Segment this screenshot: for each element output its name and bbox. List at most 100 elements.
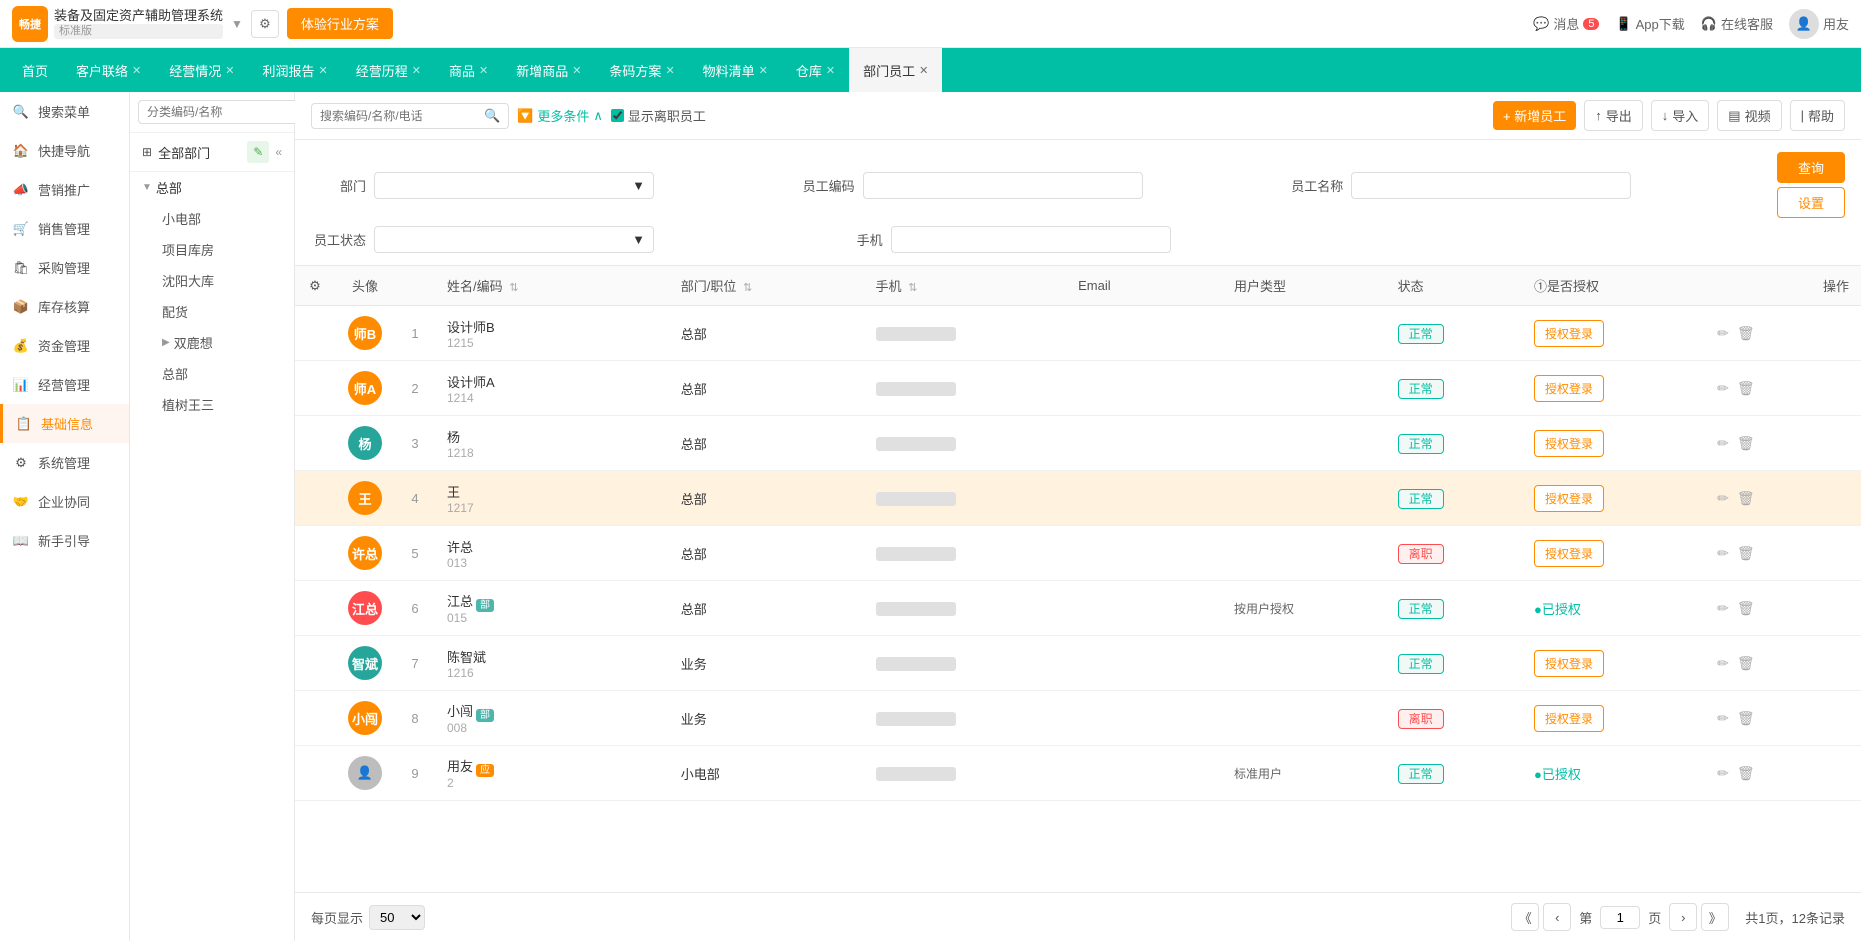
delete-icon[interactable]: 🗑 [1737, 380, 1755, 397]
sidebar-item-inventory[interactable]: 📦 库存核算 [0, 287, 129, 326]
search-submit-btn[interactable]: 查询 [1777, 152, 1845, 183]
auth-login-btn[interactable]: 授权登录 [1534, 705, 1604, 732]
nav-customer[interactable]: 客户联络 ✕ [62, 48, 155, 92]
delete-icon[interactable]: 🗑 [1737, 655, 1755, 672]
tree-edit-icon[interactable]: ✎ [247, 141, 269, 163]
auth-login-btn[interactable]: 授权登录 [1534, 320, 1604, 347]
status-select[interactable]: ▼ [374, 226, 654, 253]
user-action[interactable]: 👤 用友 [1789, 9, 1849, 39]
edit-icon[interactable]: ✏ [1717, 600, 1729, 617]
sidebar-item-marketing[interactable]: 📣 营销推广 [0, 170, 129, 209]
nav-home[interactable]: 首页 [8, 48, 62, 92]
nav-close-icon[interactable]: ✕ [319, 64, 328, 77]
system-dropdown-arrow[interactable]: ▼ [231, 17, 243, 31]
nav-close-icon[interactable]: ✕ [665, 64, 674, 77]
show-resigned-checkbox[interactable] [611, 109, 624, 122]
nav-history[interactable]: 经营历程 ✕ [342, 48, 435, 92]
sidebar-item-guide[interactable]: 📖 新手引导 [0, 521, 129, 560]
edit-icon[interactable]: ✏ [1717, 325, 1729, 342]
help-btn[interactable]: | 帮助 [1790, 100, 1845, 131]
sidebar-item-search[interactable]: 🔍 搜索菜单 [0, 92, 129, 131]
edit-icon[interactable]: ✏ [1717, 490, 1729, 507]
nav-warehouse[interactable]: 仓库 ✕ [782, 48, 849, 92]
page-size-select[interactable]: 50 100 200 [369, 905, 425, 930]
more-filter-btn[interactable]: 🔽 更多条件 ∧ [517, 106, 603, 125]
emp-code-input[interactable] [863, 172, 1143, 199]
settings-icon[interactable]: ⚙ [251, 10, 279, 38]
nav-close-icon[interactable]: ✕ [132, 64, 141, 77]
nav-add-goods[interactable]: 新增商品 ✕ [502, 48, 595, 92]
nav-employee[interactable]: 部门员工 ✕ [849, 48, 942, 92]
tree-node-zhishu[interactable]: 植树王三 [130, 389, 294, 420]
delete-icon[interactable]: 🗑 [1737, 435, 1755, 452]
nav-profit[interactable]: 利润报告 ✕ [248, 48, 341, 92]
nav-close-icon[interactable]: ✕ [225, 64, 234, 77]
edit-icon[interactable]: ✏ [1717, 655, 1729, 672]
delete-icon[interactable]: 🗑 [1737, 765, 1755, 782]
col-name-header[interactable]: 姓名/编码 ⇅ [435, 266, 669, 306]
nav-close-icon[interactable]: ✕ [759, 64, 768, 77]
sidebar-item-sales[interactable]: 🛒 销售管理 [0, 209, 129, 248]
prev-page-btn[interactable]: ‹ [1543, 903, 1571, 931]
search-input[interactable] [320, 109, 480, 123]
sidebar-item-collab[interactable]: 🤝 企业协同 [0, 482, 129, 521]
tree-search-input[interactable] [138, 100, 311, 124]
first-page-btn[interactable]: 《 [1511, 903, 1539, 931]
import-btn[interactable]: ↓ 导入 [1651, 100, 1710, 131]
sidebar-item-purchase[interactable]: 🛍 采购管理 [0, 248, 129, 287]
edit-icon[interactable]: ✏ [1717, 435, 1729, 452]
tree-node-zongbu-child[interactable]: 总部 [130, 358, 294, 389]
col-phone-header[interactable]: 手机 ⇅ [864, 266, 1067, 306]
sidebar-item-nav[interactable]: 🏠 快捷导航 [0, 131, 129, 170]
add-employee-btn[interactable]: + 新增员工 [1493, 101, 1576, 130]
dept-select[interactable]: ▼ [374, 172, 654, 199]
edit-icon[interactable]: ✏ [1717, 765, 1729, 782]
last-page-btn[interactable]: 》 [1701, 903, 1729, 931]
trial-button[interactable]: 体验行业方案 [287, 8, 393, 39]
edit-icon[interactable]: ✏ [1717, 545, 1729, 562]
sidebar-item-basic[interactable]: 📋 基础信息 [0, 404, 129, 443]
delete-icon[interactable]: 🗑 [1737, 600, 1755, 617]
tree-node-shuanglu[interactable]: ▶ 双鹿想 [130, 327, 294, 358]
auth-login-btn[interactable]: 授权登录 [1534, 430, 1604, 457]
sidebar-item-finance[interactable]: 💰 资金管理 [0, 326, 129, 365]
delete-icon[interactable]: 🗑 [1737, 325, 1755, 342]
tree-node-zongbu-parent[interactable]: ▼ 总部 [130, 172, 294, 203]
delete-icon[interactable]: 🗑 [1737, 490, 1755, 507]
auth-login-btn[interactable]: 授权登录 [1534, 375, 1604, 402]
sidebar-item-biz[interactable]: 📊 经营管理 [0, 365, 129, 404]
edit-icon[interactable]: ✏ [1717, 380, 1729, 397]
tree-node-peihuo[interactable]: 配货 [130, 296, 294, 327]
sidebar-item-system[interactable]: ⚙ 系统管理 [0, 443, 129, 482]
auth-login-btn[interactable]: 授权登录 [1534, 650, 1604, 677]
auth-login-btn[interactable]: 授权登录 [1534, 540, 1604, 567]
export-btn[interactable]: ↑ 导出 [1584, 100, 1643, 131]
tree-node-xiaodianu[interactable]: 小电部 [130, 203, 294, 234]
delete-icon[interactable]: 🗑 [1737, 710, 1755, 727]
nav-operations[interactable]: 经营情况 ✕ [155, 48, 248, 92]
nav-goods[interactable]: 商品 ✕ [435, 48, 502, 92]
nav-bom[interactable]: 物料清单 ✕ [689, 48, 782, 92]
auth-login-btn[interactable]: 授权登录 [1534, 485, 1604, 512]
col-settings[interactable]: ⚙ [295, 266, 335, 306]
tree-collapse-icon[interactable]: « [275, 145, 282, 159]
next-page-btn[interactable]: › [1669, 903, 1697, 931]
nav-barcode[interactable]: 条码方案 ✕ [595, 48, 688, 92]
nav-close-icon[interactable]: ✕ [412, 64, 421, 77]
delete-icon[interactable]: 🗑 [1737, 545, 1755, 562]
search-setting-btn[interactable]: 设置 [1777, 187, 1845, 218]
online-service-action[interactable]: 🎧 在线客服 [1701, 14, 1773, 33]
tree-node-xiangmu[interactable]: 项目库房 [130, 234, 294, 265]
app-download-action[interactable]: 📱 App下载 [1615, 14, 1684, 33]
page-input[interactable] [1600, 906, 1640, 929]
nav-close-icon[interactable]: ✕ [572, 64, 581, 77]
col-dept-header[interactable]: 部门/职位 ⇅ [669, 266, 864, 306]
nav-close-icon[interactable]: ✕ [479, 64, 488, 77]
tree-node-shenyang[interactable]: 沈阳大库 [130, 265, 294, 296]
message-action[interactable]: 💬 消息 5 [1533, 14, 1599, 33]
view-btn[interactable]: ▤ 视频 [1717, 100, 1781, 131]
nav-close-icon[interactable]: ✕ [826, 64, 835, 77]
phone-input[interactable] [891, 226, 1171, 253]
edit-icon[interactable]: ✏ [1717, 710, 1729, 727]
emp-name-input[interactable] [1351, 172, 1631, 199]
